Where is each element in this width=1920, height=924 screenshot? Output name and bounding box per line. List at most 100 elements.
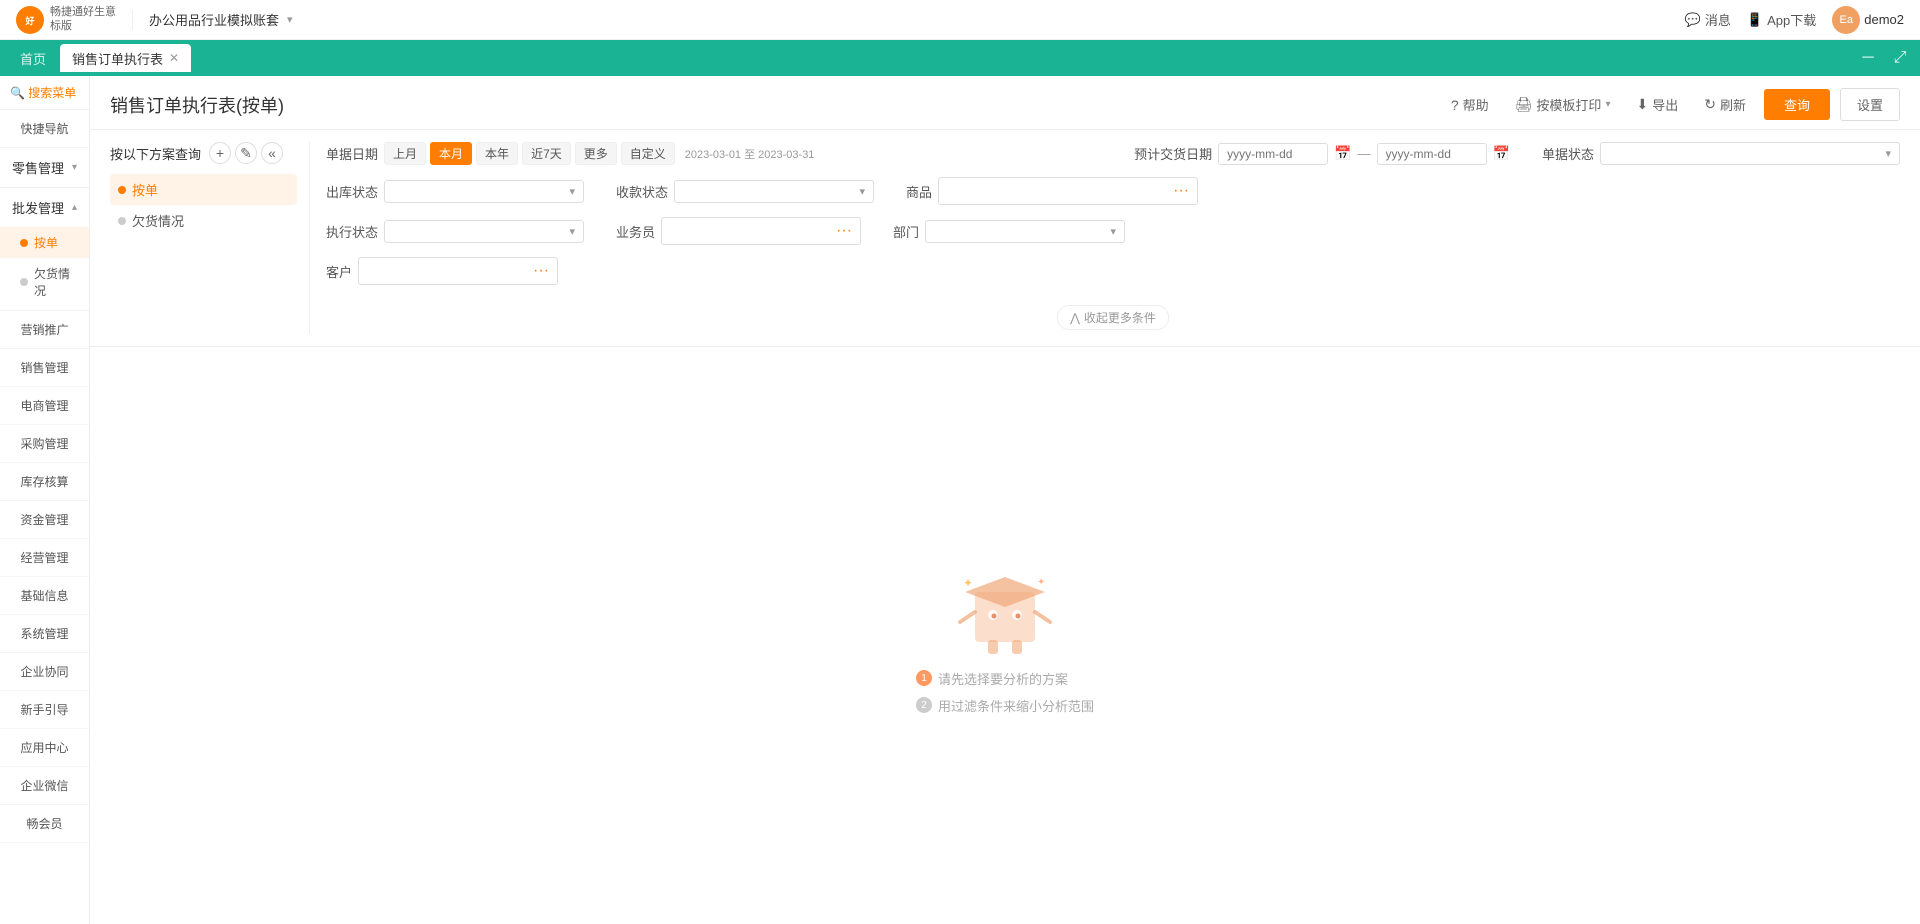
message-action[interactable]: 💬 消息 (1685, 10, 1731, 29)
print-btn[interactable]: 🖨 按模板打印 ▾ (1507, 91, 1619, 118)
sidebar-item-member[interactable]: 畅会员 (0, 805, 89, 843)
refresh-icon: ↻ (1704, 96, 1716, 113)
filter-scheme-header: 按以下方案查询 + ✎ « (110, 142, 297, 164)
app-download-action[interactable]: 📱 App下载 (1747, 10, 1816, 29)
expected-date-to-icon[interactable]: 📅 (1493, 145, 1510, 162)
sidebar-item-inventory[interactable]: 库存核算 (0, 463, 89, 501)
tab-bar: 首页 销售订单执行表 ✕ ─ ⤢ (0, 40, 1920, 76)
query-btn[interactable]: 查询 (1764, 89, 1830, 120)
sidebar-item-newbie[interactable]: 新手引导 (0, 691, 89, 729)
user-avatar: Ea (1832, 6, 1860, 34)
main-layout: 🔍 搜索菜单 快捷导航 零售管理 ▾ 批发管理 ▴ 按单 (0, 76, 1920, 924)
settings-btn[interactable]: 设置 (1840, 88, 1900, 121)
sidebar: 🔍 搜索菜单 快捷导航 零售管理 ▾ 批发管理 ▴ 按单 (0, 76, 90, 924)
user-area[interactable]: Ea demo2 (1832, 6, 1904, 34)
payment-dropdown-icon: ▾ (860, 185, 866, 198)
sidebar-item-finance[interactable]: 资金管理 (0, 501, 89, 539)
filter-row-1: 单据日期 上月 本月 本年 近7天 更多 自定义 2023-03-01 至 20… (326, 142, 1900, 165)
order-status-select[interactable]: ▾ (1600, 142, 1900, 165)
step2-icon: 2 (916, 697, 932, 713)
sidebar-child-order[interactable]: 按单 (0, 227, 89, 258)
customer-input[interactable]: ··· (358, 257, 558, 285)
filter-row-4: 客户 ··· (326, 257, 1900, 285)
execution-status-select[interactable]: ▾ (384, 220, 584, 243)
sidebar-item-sales[interactable]: 销售管理 (0, 349, 89, 387)
sidebar-item-quick-nav[interactable]: 快捷导航 (0, 110, 89, 148)
tab-sales-order-list[interactable]: 销售订单执行表 ✕ (60, 44, 191, 72)
sidebar-item-marketing[interactable]: 营销推广 (0, 311, 89, 349)
tab-home[interactable]: 首页 (8, 44, 58, 72)
svg-text:✦: ✦ (963, 576, 973, 590)
expected-date-label: 预计交货日期 (1134, 144, 1212, 163)
header-right: 💬 消息 📱 App下载 Ea demo2 (1685, 6, 1904, 34)
svg-text:✦: ✦ (1037, 577, 1045, 588)
empty-step-2: 2 用过滤条件来缩小分析范围 (916, 696, 1094, 715)
header-dropdown-icon[interactable]: ▾ (287, 13, 293, 26)
department-label: 部门 (893, 222, 919, 241)
sidebar-item-wholesale[interactable]: 批发管理 ▴ (0, 188, 89, 227)
wholesale-group-body: 按单 欠货情况 (0, 227, 89, 310)
logo-icon: 好 (16, 6, 44, 34)
sidebar-item-ecommerce[interactable]: 电商管理 (0, 387, 89, 425)
shipment-status-select[interactable]: ▾ (384, 180, 584, 203)
sidebar-item-purchase[interactable]: 采购管理 (0, 425, 89, 463)
filter-row-2: 出库状态 ▾ 收款状态 ▾ (326, 177, 1900, 205)
tab-minimize-btn[interactable]: ─ (1856, 46, 1880, 70)
order-status-dropdown-icon: ▾ (1885, 147, 1891, 160)
filter-field-payment-status: 收款状态 ▾ (616, 180, 874, 203)
page-actions: ? 帮助 🖨 按模板打印 ▾ ⬇ 导出 ↻ 刷新 查询 设置 (1443, 88, 1900, 121)
date-last7days-btn[interactable]: 近7天 (522, 142, 571, 165)
export-btn[interactable]: ⬇ 导出 (1628, 91, 1686, 118)
date-more-btn[interactable]: 更多 (575, 142, 617, 165)
help-btn[interactable]: ? 帮助 (1443, 91, 1497, 118)
scheme-item-debt[interactable]: 欠货情况 (110, 205, 297, 236)
expected-date-to-input[interactable] (1377, 143, 1487, 165)
scheme-item-order[interactable]: 按单 (110, 174, 297, 205)
sidebar-item-retail[interactable]: 零售管理 ▾ (0, 148, 89, 187)
sidebar-item-enterprise-wechat[interactable]: 企业微信 (0, 767, 89, 805)
user-name: demo2 (1864, 12, 1904, 27)
collapse-up-icon: ⋀ (1070, 311, 1080, 325)
expected-date-from-icon[interactable]: 📅 (1334, 145, 1351, 162)
sidebar-group-retail: 零售管理 ▾ (0, 148, 89, 188)
sidebar-item-app-center[interactable]: 应用中心 (0, 729, 89, 767)
empty-text: 1 请先选择要分析的方案 2 用过滤条件来缩小分析范围 (916, 669, 1094, 715)
edit-scheme-btn[interactable]: ✎ (235, 142, 257, 164)
sidebar-child-debt[interactable]: 欠货情况 (0, 258, 89, 306)
department-select[interactable]: ▾ (925, 220, 1125, 243)
tab-close-icon[interactable]: ✕ (169, 52, 179, 64)
filter-field-customer: 客户 ··· (326, 257, 558, 285)
goods-label: 商品 (906, 182, 932, 201)
active-dot-icon (20, 239, 28, 247)
department-dropdown-icon: ▾ (1111, 225, 1117, 238)
date-current-year-btn[interactable]: 本年 (476, 142, 518, 165)
sidebar-item-enterprise[interactable]: 企业协同 (0, 653, 89, 691)
sidebar-item-operations[interactable]: 经营管理 (0, 539, 89, 577)
expected-date-from-input[interactable] (1218, 143, 1328, 165)
table-area: ✦ ✦ 1 请先选择要分析的方案 2 用过滤条件来缩小分析范围 (90, 347, 1920, 924)
date-range-text: 2023-03-01 至 2023-03-31 (685, 146, 815, 162)
sidebar-item-system[interactable]: 系统管理 (0, 615, 89, 653)
order-status-label: 单据状态 (1542, 144, 1594, 163)
refresh-btn[interactable]: ↻ 刷新 (1696, 91, 1754, 118)
date-custom-btn[interactable]: 自定义 (621, 142, 675, 165)
sidebar-group-wholesale: 批发管理 ▴ 按单 欠货情况 (0, 188, 89, 311)
page-title: 销售订单执行表(按单) (110, 92, 284, 118)
salesman-input[interactable]: ··· (661, 217, 861, 245)
shipment-status-label: 出库状态 (326, 182, 378, 201)
message-icon: 💬 (1685, 12, 1701, 28)
collapse-scheme-btn[interactable]: « (261, 142, 283, 164)
tab-maximize-btn[interactable]: ⤢ (1888, 46, 1912, 70)
payment-status-label: 收款状态 (616, 182, 668, 201)
collapse-btn[interactable]: ⋀ 收起更多条件 (1057, 305, 1169, 330)
goods-input[interactable]: ··· (938, 177, 1198, 205)
goods-more-icon: ··· (1173, 182, 1189, 200)
date-current-month-btn[interactable]: 本月 (430, 142, 472, 165)
payment-status-select[interactable]: ▾ (674, 180, 874, 203)
date-separator: — (1358, 146, 1371, 161)
add-scheme-btn[interactable]: + (209, 142, 231, 164)
date-last-month-btn[interactable]: 上月 (384, 142, 426, 165)
header-title: 办公用品行业模拟账套 (149, 10, 279, 29)
sidebar-search[interactable]: 🔍 搜索菜单 (0, 76, 89, 110)
sidebar-item-basic[interactable]: 基础信息 (0, 577, 89, 615)
